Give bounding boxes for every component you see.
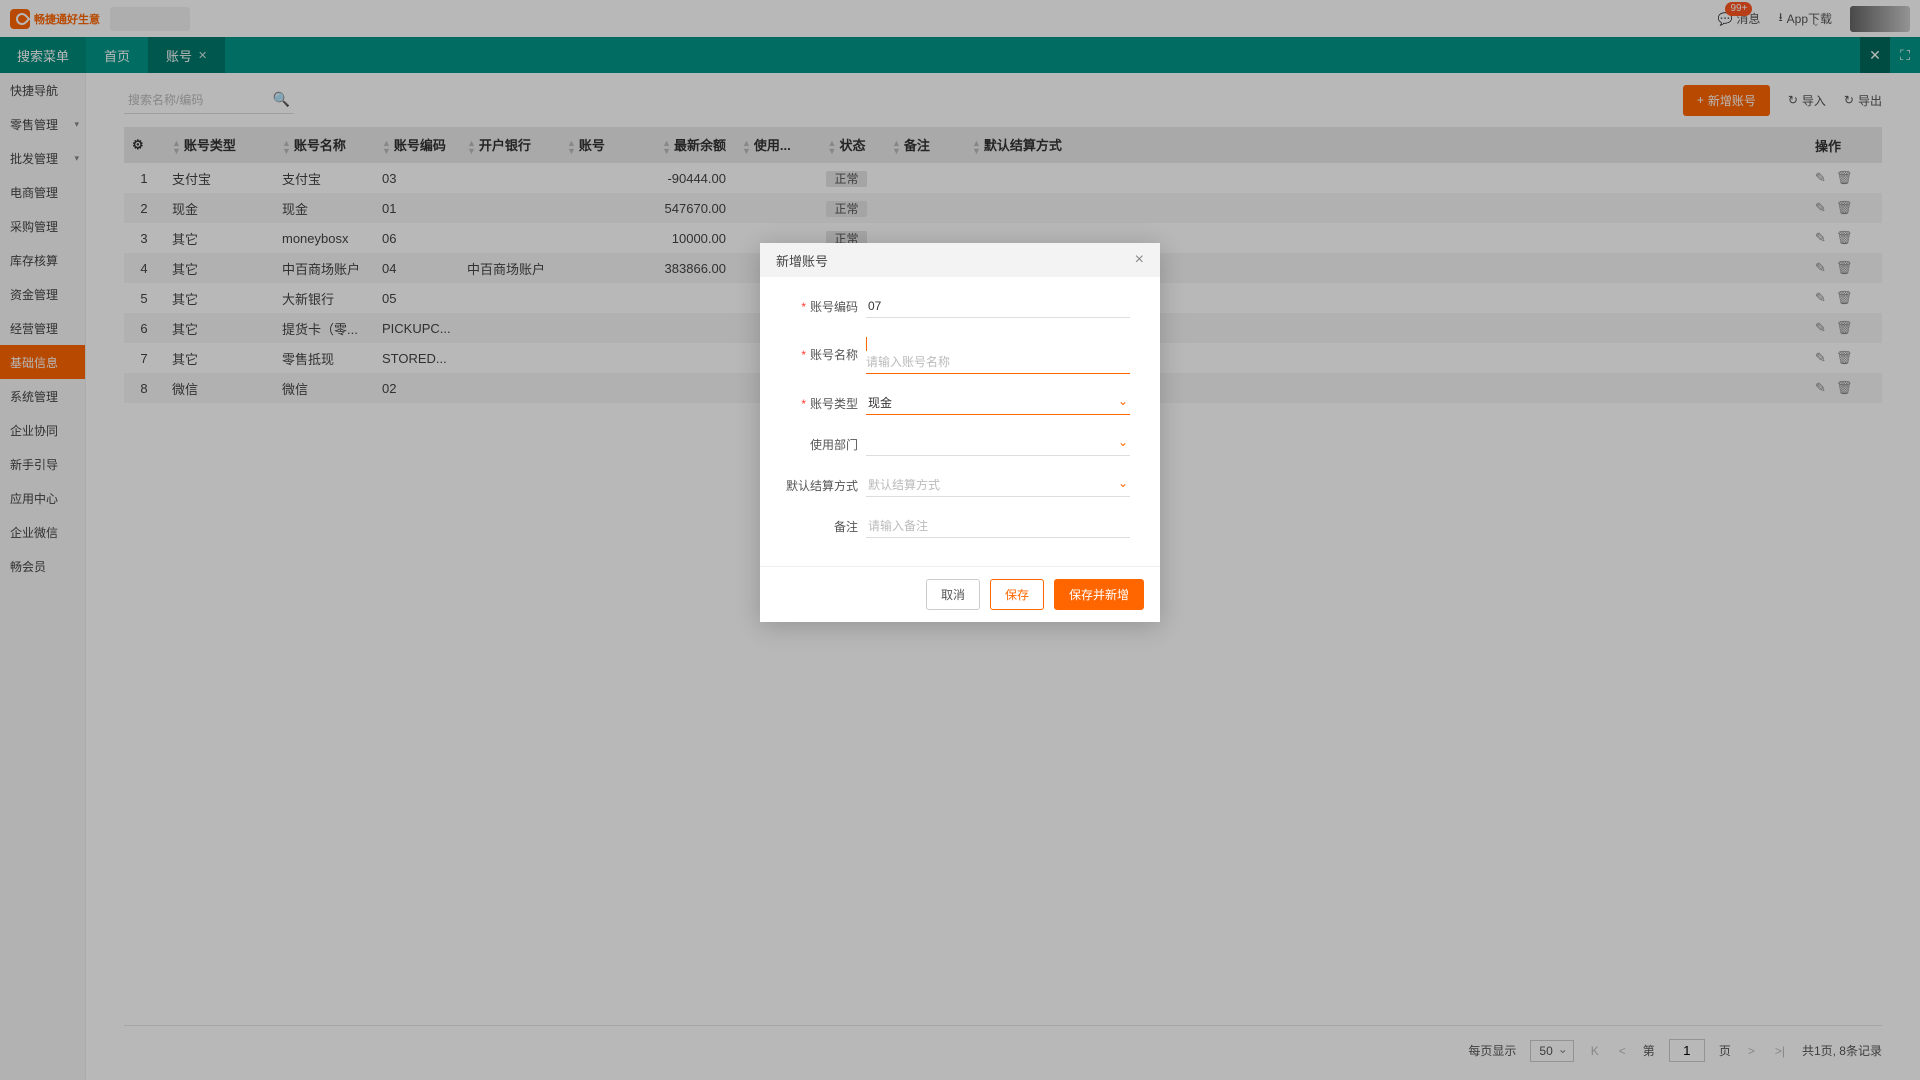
- name-label: 账号名称: [810, 348, 858, 362]
- remark-label: 备注: [834, 520, 858, 534]
- code-input[interactable]: [866, 295, 1130, 318]
- close-icon[interactable]: ×: [1135, 251, 1144, 269]
- chevron-down-icon[interactable]: ⌄: [1118, 394, 1128, 408]
- chevron-down-icon[interactable]: ⌄: [1118, 435, 1128, 449]
- save-button[interactable]: 保存: [990, 579, 1044, 610]
- chevron-down-icon[interactable]: ⌄: [1118, 476, 1128, 490]
- modal-header: 新增账号 ×: [760, 243, 1160, 277]
- settle-label: 默认结算方式: [786, 479, 858, 493]
- dept-label: 使用部门: [810, 438, 858, 452]
- cancel-button[interactable]: 取消: [926, 579, 980, 610]
- name-input[interactable]: [866, 351, 1130, 374]
- dept-select[interactable]: [866, 433, 1130, 456]
- modal-title: 新增账号: [776, 251, 828, 270]
- type-label: 账号类型: [810, 397, 858, 411]
- code-label: 账号编码: [810, 300, 858, 314]
- add-account-modal: 新增账号 × *账号编码 *账号名称 *账号类型 ⌄ 使用部门 ⌄ 默认结算方: [760, 243, 1160, 622]
- remark-input[interactable]: [866, 515, 1130, 538]
- save-and-new-button[interactable]: 保存并新增: [1054, 579, 1144, 610]
- type-select[interactable]: [866, 392, 1130, 415]
- settle-select[interactable]: [866, 474, 1130, 497]
